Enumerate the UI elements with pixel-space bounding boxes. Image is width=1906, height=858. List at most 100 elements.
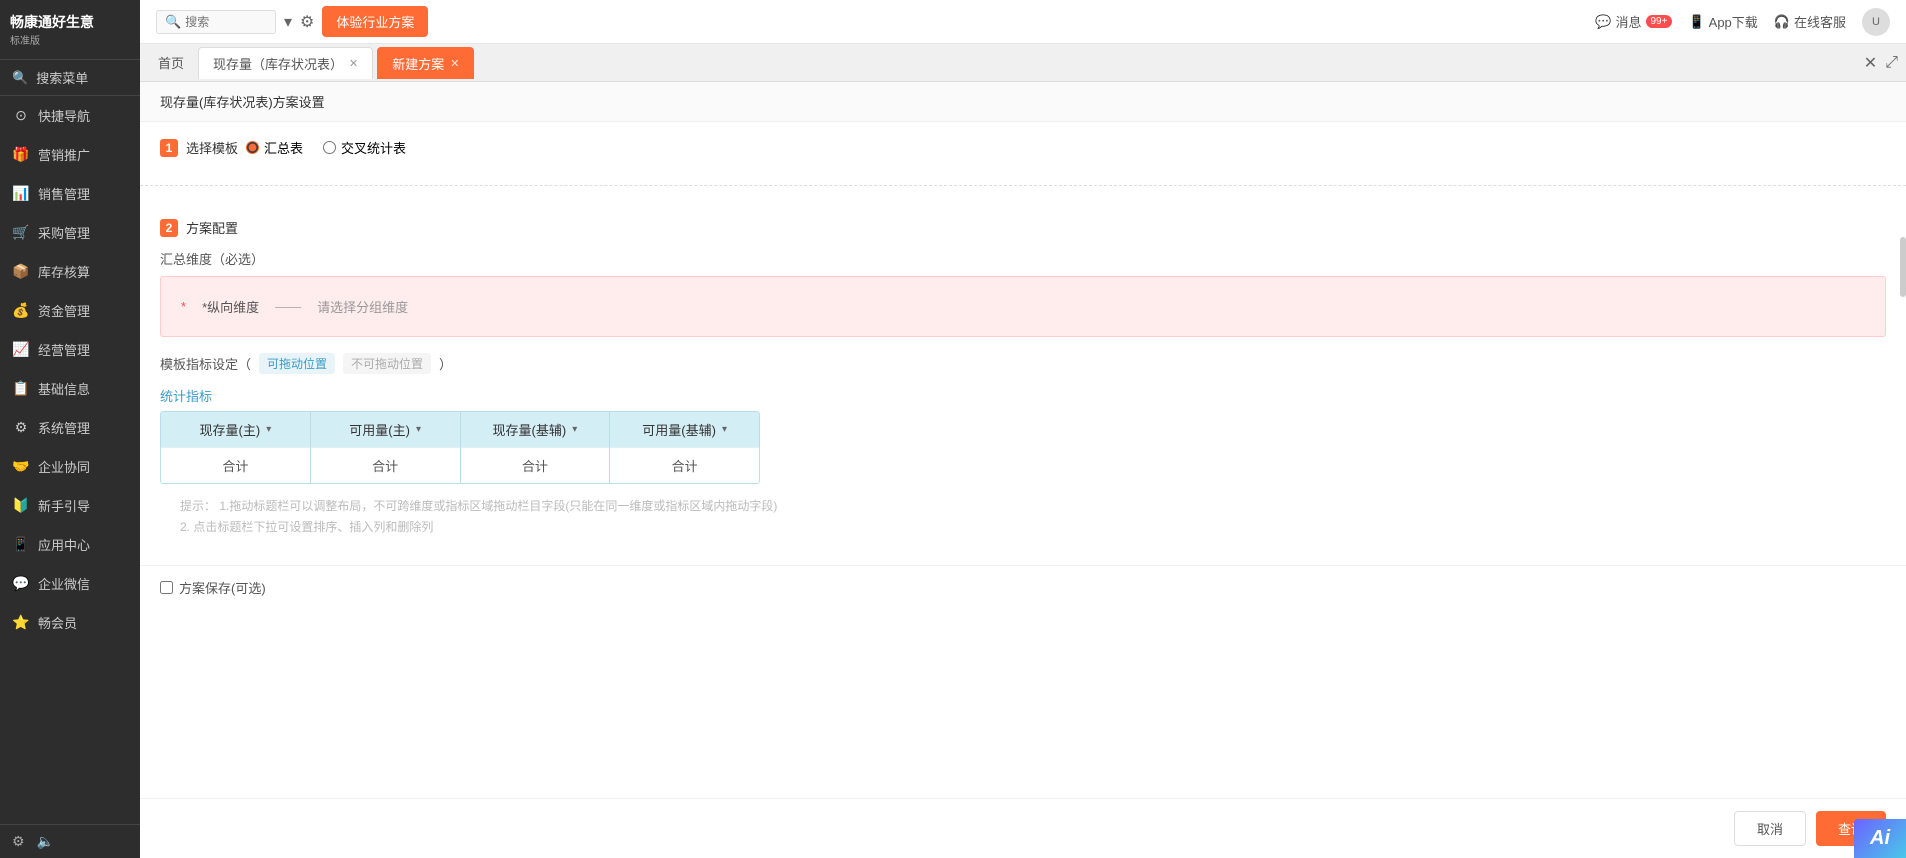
- sidebar-nav: ⊙ 快捷导航 🎁 营销推广 📊 销售管理 🛒 采购管理 📦 库存核算 💰 资金管…: [0, 96, 140, 824]
- section2-number: 2: [160, 219, 178, 237]
- download-icon: 📱: [1688, 14, 1704, 30]
- footer-actions: 取消 查询: [140, 798, 1906, 858]
- speaker-icon[interactable]: 🔈: [37, 833, 54, 850]
- stat-body-col-4: 合计: [610, 447, 759, 483]
- topbar-left: 🔍 ▾ ⚙ 体验行业方案: [156, 6, 428, 37]
- enterprise-icon: 🤝: [12, 458, 30, 475]
- col3-header-label: 现存量(基辅): [493, 420, 567, 439]
- immovable-chip: 不可拖动位置: [343, 353, 431, 374]
- template-cross-radio[interactable]: [323, 141, 336, 154]
- tab-new-plan-close-icon[interactable]: ✕: [450, 57, 459, 70]
- sidebar-item-wechat[interactable]: 💬 企业微信: [0, 564, 140, 603]
- sidebar-item-label: 畅会员: [38, 613, 77, 632]
- movable-chip: 可拖动位置: [259, 353, 335, 374]
- member-icon: ⭐: [12, 614, 30, 631]
- hint-2-text: 2. 点击标题栏下拉可设置排序、插入列和删除列: [180, 520, 433, 534]
- section2-title: 方案配置: [186, 218, 238, 237]
- sidebar-item-label: 系统管理: [38, 418, 90, 437]
- settings-gear-icon[interactable]: ⚙: [300, 12, 314, 32]
- col1-chevron-icon[interactable]: ▾: [266, 424, 271, 435]
- dimension-box: * *纵向维度 —— 请选择分组维度: [160, 276, 1886, 337]
- message-label: 消息: [1615, 12, 1641, 31]
- section2-header: 2 方案配置: [160, 218, 1886, 237]
- template-summary-label: 汇总表: [264, 138, 303, 157]
- dimension-vertical-label: *纵向维度: [202, 297, 259, 316]
- sidebar-item-label: 资金管理: [38, 301, 90, 320]
- sidebar-item-app-center[interactable]: 📱 应用中心: [0, 525, 140, 564]
- tab-inventory-label: 现存量（库存状况表）: [213, 54, 343, 73]
- message-button[interactable]: 💬 消息 99+: [1595, 12, 1672, 31]
- stat-header-cell-1[interactable]: 现存量(主) ▾: [161, 412, 310, 447]
- content-area: 现存量(库存状况表)方案设置 1 选择模板 汇总表 交叉统计表: [140, 82, 1906, 858]
- stat-header-cell-3[interactable]: 现存量(基辅) ▾: [461, 412, 610, 447]
- expand-panel-icon[interactable]: ⤢: [1885, 54, 1898, 72]
- col3-chevron-icon[interactable]: ▾: [572, 424, 577, 435]
- sidebar-item-label: 企业微信: [38, 574, 90, 593]
- section1-title: 选择模板: [186, 138, 238, 157]
- required-star: *: [181, 299, 186, 314]
- template-cross-option[interactable]: 交叉统计表: [323, 138, 406, 157]
- col4-chevron-icon[interactable]: ▾: [722, 424, 727, 435]
- wechat-icon: 💬: [12, 575, 30, 592]
- sidebar-item-enterprise[interactable]: 🤝 企业协同: [0, 447, 140, 486]
- section-config: 2 方案配置 汇总维度（必选） * *纵向维度 —— 请选择分组维度: [140, 202, 1906, 353]
- sidebar-item-system[interactable]: ⚙ 系统管理: [0, 408, 140, 447]
- avatar-text: U: [1872, 16, 1880, 28]
- settings-icon[interactable]: ⚙: [12, 833, 25, 850]
- stat-col-4: 可用量(基辅) ▾: [610, 412, 759, 447]
- sidebar-item-finance[interactable]: 💰 资金管理: [0, 291, 140, 330]
- marketing-icon: 🎁: [12, 146, 30, 163]
- scrollbar-thumb[interactable]: [1900, 237, 1906, 297]
- online-service-button[interactable]: 🎧 在线客服: [1774, 12, 1846, 31]
- tab-inventory-close-icon[interactable]: ✕: [349, 57, 358, 70]
- content-inner: 现存量(库存状况表)方案设置 1 选择模板 汇总表 交叉统计表: [140, 82, 1906, 858]
- tab-new-plan[interactable]: 新建方案 ✕: [377, 47, 474, 79]
- sidebar-item-sales[interactable]: 📊 销售管理: [0, 174, 140, 213]
- tab-inventory-status[interactable]: 现存量（库存状况表） ✕: [198, 47, 373, 79]
- sidebar-item-label: 基础信息: [38, 379, 90, 398]
- indicators-config-row: 模板指标设定（ 可拖动位置 不可拖动位置 ）: [160, 353, 1886, 374]
- sidebar-search[interactable]: 🔍 搜索菜单: [0, 60, 140, 96]
- sidebar-item-quick-nav[interactable]: ⊙ 快捷导航: [0, 96, 140, 135]
- tabbar: 首页 现存量（库存状况表） ✕ 新建方案 ✕ ✕ ⤢: [140, 44, 1906, 82]
- sidebar-item-marketing[interactable]: 🎁 营销推广: [0, 135, 140, 174]
- col1-header-label: 现存量(主): [200, 420, 261, 439]
- search-icon: 🔍: [12, 70, 28, 86]
- stat-body-cell-2: 合计: [311, 447, 460, 483]
- cancel-button[interactable]: 取消: [1734, 811, 1806, 846]
- search-input[interactable]: [185, 15, 265, 29]
- sidebar-item-label: 经营管理: [38, 340, 90, 359]
- tab-new-plan-label: 新建方案: [392, 54, 444, 73]
- stat-header-cell-4[interactable]: 可用量(基辅) ▾: [610, 412, 759, 447]
- col2-chevron-icon[interactable]: ▾: [416, 424, 421, 435]
- stat-header-cell-2[interactable]: 可用量(主) ▾: [311, 412, 460, 447]
- topbar-search-box[interactable]: 🔍: [156, 10, 276, 34]
- sidebar-item-inventory[interactable]: 📦 库存核算: [0, 252, 140, 291]
- sidebar-search-label: 搜索菜单: [36, 68, 88, 87]
- stat-body-col-1: 合计: [161, 447, 311, 483]
- sidebar-item-purchase[interactable]: 🛒 采购管理: [0, 213, 140, 252]
- close-panel-icon[interactable]: ✕: [1864, 53, 1877, 73]
- trial-button[interactable]: 体验行业方案: [322, 6, 428, 37]
- sidebar-item-label: 采购管理: [38, 223, 90, 242]
- sidebar-item-member[interactable]: ⭐ 畅会员: [0, 603, 140, 642]
- sidebar: 畅康通好生意 标准版 🔍 搜索菜单 ⊙ 快捷导航 🎁 营销推广 📊 销售管理 🛒…: [0, 0, 140, 858]
- stat-body-col-3: 合计: [461, 447, 611, 483]
- sidebar-item-guide[interactable]: 🔰 新手引导: [0, 486, 140, 525]
- basic-info-icon: 📋: [12, 380, 30, 397]
- template-summary-radio[interactable]: [246, 141, 259, 154]
- sidebar-item-business[interactable]: 📈 经营管理: [0, 330, 140, 369]
- save-checkbox[interactable]: [160, 581, 173, 594]
- ai-badge[interactable]: Ai: [1854, 819, 1906, 858]
- app-download-button[interactable]: 📱 App下载: [1688, 12, 1757, 31]
- tab-home[interactable]: 首页: [148, 47, 194, 79]
- statistics-table: 现存量(主) ▾ 可用量(主) ▾ 现存量(基辅: [160, 411, 760, 484]
- template-summary-option[interactable]: 汇总表: [246, 138, 303, 157]
- col4-header-label: 可用量(基辅): [642, 420, 716, 439]
- template-options: 汇总表 交叉统计表: [246, 138, 406, 157]
- stat-body-cell-4: 合计: [610, 447, 759, 483]
- sidebar-item-basic-info[interactable]: 📋 基础信息: [0, 369, 140, 408]
- gear-icon[interactable]: ▾: [284, 12, 292, 32]
- user-avatar[interactable]: U: [1862, 8, 1890, 36]
- app-name: 畅康通好生意: [10, 12, 130, 32]
